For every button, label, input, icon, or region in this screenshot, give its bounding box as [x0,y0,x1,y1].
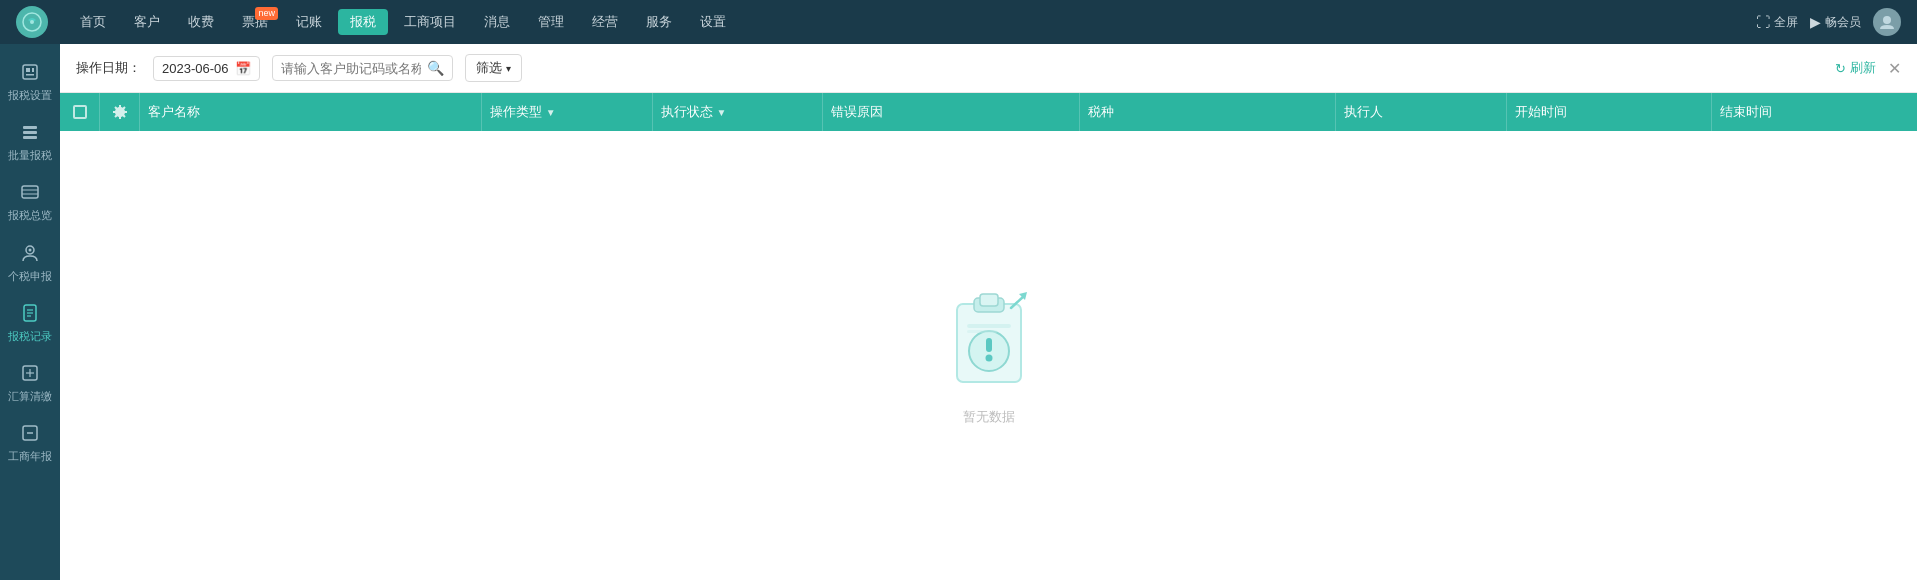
search-box[interactable]: 🔍 [272,55,453,81]
svg-point-0 [30,20,34,24]
sidebar-item-individual-tax[interactable]: 个税申报 [0,233,60,293]
tax-settings-icon [20,62,40,85]
sidebar-label-individual-tax: 个税申报 [8,270,52,283]
filter-button[interactable]: 筛选 ▾ [465,54,522,82]
new-badge: new [255,7,278,20]
user-avatar[interactable] [1873,8,1901,36]
svg-rect-6 [23,126,37,129]
top-navigation: 首页 客户 收费 票据 new 记账 报税 工商项目 消息 管理 经营 服务 设… [0,0,1917,44]
nav-message[interactable]: 消息 [472,9,522,35]
member-button[interactable]: ▶ 畅会员 [1810,14,1861,31]
sidebar-item-batch-tax[interactable]: 批量报税 [0,112,60,172]
sidebar-item-settlement[interactable]: 汇算清缴 [0,353,60,413]
sidebar-label-tax-settings: 报税设置 [8,89,52,102]
search-input[interactable] [281,61,421,76]
app-logo [16,6,48,38]
nav-operation[interactable]: 经营 [580,9,630,35]
sidebar-item-tax-records[interactable]: 报税记录 [0,293,60,353]
svg-rect-32 [967,330,997,333]
sidebar-item-tax-settings[interactable]: 报税设置 [0,52,60,112]
svg-point-1 [1883,16,1891,24]
nav-invoice[interactable]: 票据 new [230,9,280,35]
th-error-reason: 错误原因 [823,93,1079,131]
data-table: 客户名称 操作类型 ▼ 执行状态 ▼ 错误原因 税种 执行人 [60,93,1917,580]
nav-items-list: 首页 客户 收费 票据 new 记账 报税 工商项目 消息 管理 经营 服务 设… [68,9,1756,35]
th-gear[interactable] [100,93,140,131]
empty-state: 暂无数据 [899,246,1079,466]
nav-business[interactable]: 工商项目 [392,9,468,35]
main-layout: 报税设置 批量报税 报税总览 [0,44,1917,580]
tax-records-icon [20,303,40,326]
nav-right-section: ⛶ 全屏 ▶ 畅会员 [1756,8,1901,36]
toolbar-right: ↻ 刷新 ✕ [1835,59,1901,78]
nav-settings[interactable]: 设置 [688,9,738,35]
date-label: 操作日期： [76,59,141,77]
empty-illustration [939,286,1039,396]
th-end-time: 结束时间 [1712,93,1917,131]
sort-icon-exec-status: ▼ [717,107,727,118]
individual-tax-icon [20,243,40,266]
fullscreen-icon: ⛶ [1756,14,1770,30]
toolbar: 操作日期： 2023-06-06 📅 🔍 筛选 ▾ ↻ 刷新 ✕ [60,44,1917,93]
table-header: 客户名称 操作类型 ▼ 执行状态 ▼ 错误原因 税种 执行人 [60,93,1917,131]
nav-manage[interactable]: 管理 [526,9,576,35]
svg-rect-31 [967,324,1011,328]
th-executor: 执行人 [1336,93,1507,131]
th-tax-type: 税种 [1080,93,1336,131]
nav-service[interactable]: 服务 [634,9,684,35]
nav-bookkeeping[interactable]: 记账 [284,9,334,35]
svg-rect-9 [22,186,38,198]
date-value: 2023-06-06 [162,61,229,76]
empty-text: 暂无数据 [963,408,1015,426]
chevron-down-icon: ▾ [506,63,511,74]
sidebar-item-tax-overview[interactable]: 报税总览 [0,172,60,232]
nav-billing[interactable]: 收费 [176,9,226,35]
nav-home[interactable]: 首页 [68,9,118,35]
refresh-label: 刷新 [1850,59,1876,77]
svg-point-28 [985,354,992,361]
sidebar-label-batch-tax: 批量报税 [8,149,52,162]
table-body: 暂无数据 [60,131,1917,580]
th-client-name: 客户名称 [140,93,482,131]
svg-rect-4 [26,74,34,76]
sidebar-label-annual-report: 工商年报 [8,450,52,463]
svg-rect-8 [23,136,37,139]
svg-rect-27 [986,338,992,352]
refresh-icon: ↻ [1835,61,1846,76]
settlement-icon [20,363,40,386]
sidebar-label-tax-records: 报税记录 [8,330,52,343]
sidebar-label-settlement: 汇算清缴 [8,390,52,403]
svg-point-13 [29,248,32,251]
th-checkbox[interactable] [60,93,100,131]
svg-rect-5 [32,68,34,72]
batch-tax-icon [20,122,40,145]
content-area: 操作日期： 2023-06-06 📅 🔍 筛选 ▾ ↻ 刷新 ✕ [60,44,1917,580]
date-picker[interactable]: 2023-06-06 📅 [153,56,260,81]
annual-report-icon [20,423,40,446]
svg-rect-25 [980,294,998,306]
svg-rect-3 [26,68,30,72]
nav-tax[interactable]: 报税 [338,9,388,35]
sort-icon-op-type: ▼ [546,107,556,118]
close-button[interactable]: ✕ [1888,59,1901,78]
search-icon[interactable]: 🔍 [427,60,444,76]
video-icon: ▶ [1810,14,1821,30]
sidebar-item-annual-report[interactable]: 工商年报 [0,413,60,473]
filter-label: 筛选 [476,59,502,77]
th-exec-status[interactable]: 执行状态 ▼ [653,93,824,131]
select-all-checkbox[interactable] [73,105,87,119]
fullscreen-button[interactable]: ⛶ 全屏 [1756,14,1798,31]
sidebar-label-tax-overview: 报税总览 [8,209,52,222]
tax-overview-icon [20,182,40,205]
calendar-icon: 📅 [235,61,251,76]
refresh-button[interactable]: ↻ 刷新 [1835,59,1876,77]
sidebar: 报税设置 批量报税 报税总览 [0,44,60,580]
th-op-type[interactable]: 操作类型 ▼ [482,93,653,131]
svg-rect-7 [23,131,37,134]
nav-customer[interactable]: 客户 [122,9,172,35]
th-start-time: 开始时间 [1507,93,1712,131]
